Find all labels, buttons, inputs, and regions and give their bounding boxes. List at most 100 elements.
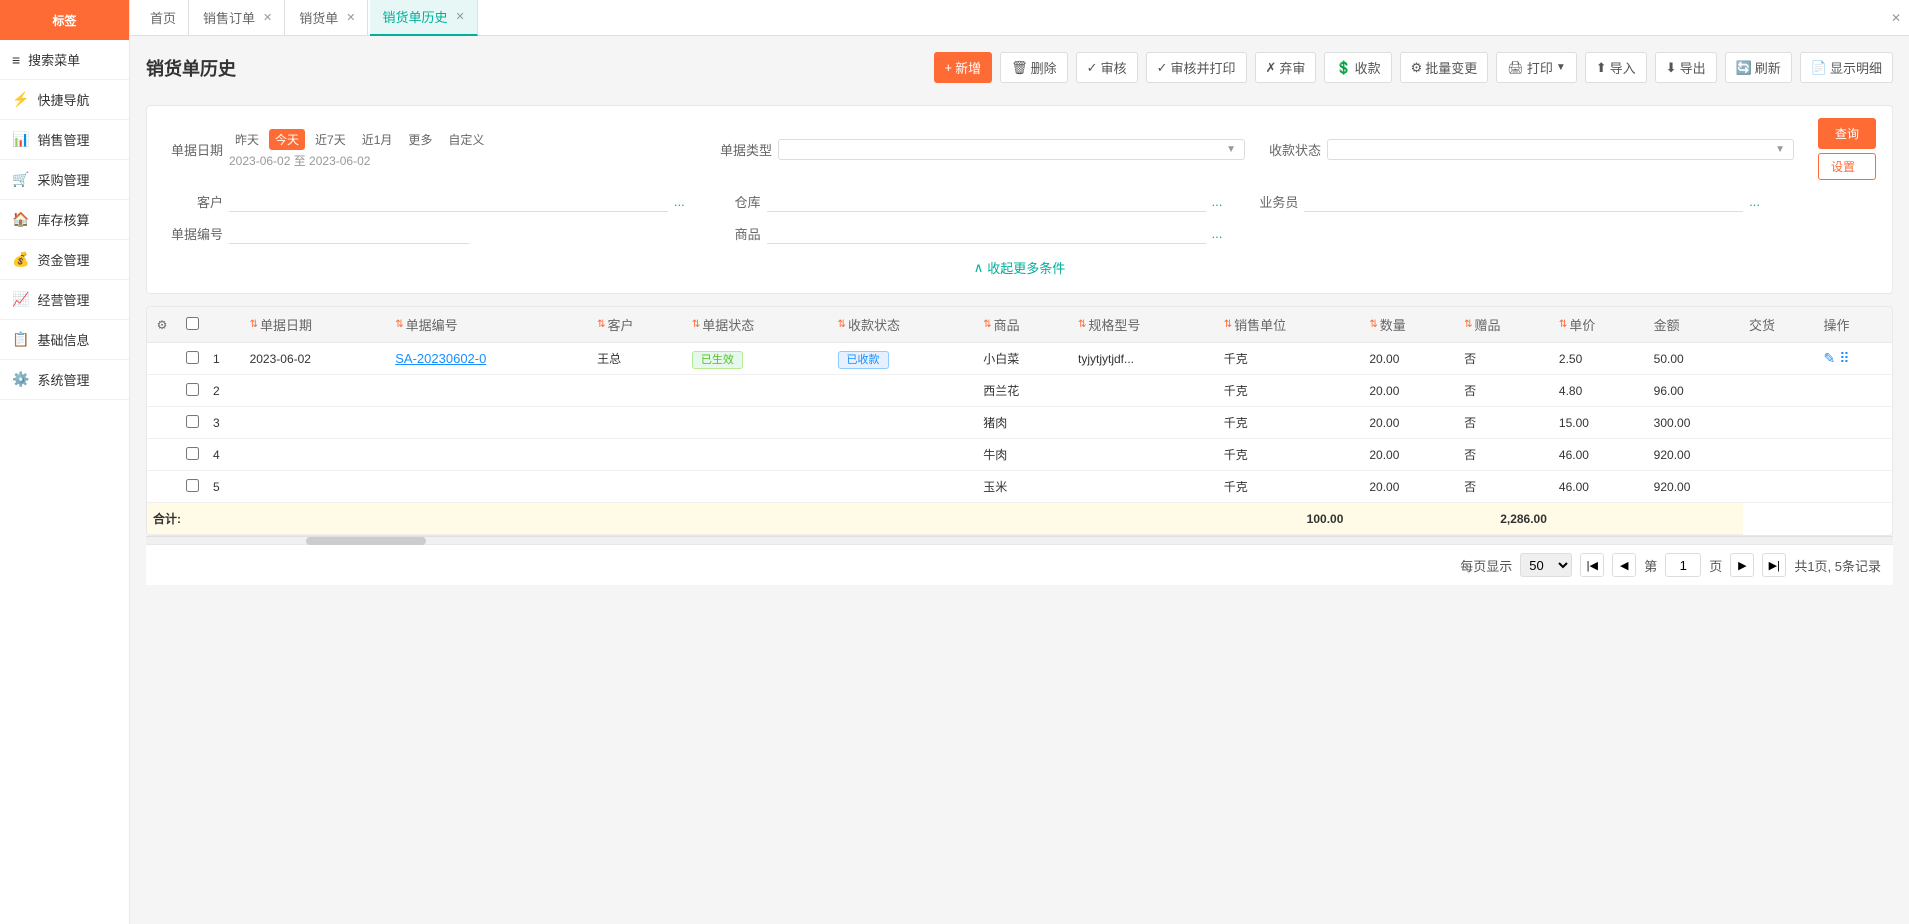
row-checkbox-cell[interactable] — [177, 407, 207, 439]
salesperson-input[interactable] — [1304, 190, 1743, 212]
col-spec[interactable]: ⇅规格型号 — [1072, 307, 1218, 343]
date-tab-7days[interactable]: 近7天 — [309, 129, 352, 150]
more-icon[interactable]: ⠿ — [1839, 350, 1849, 367]
next-page-button[interactable]: ▶ — [1730, 553, 1754, 577]
col-customer[interactable]: ⇅客户 — [591, 307, 686, 343]
sidebar-item-ops-mgmt[interactable]: 📈 经营管理 — [0, 280, 129, 320]
customer-input[interactable] — [229, 190, 668, 212]
audit-button[interactable]: ✓ 审核 — [1076, 52, 1138, 83]
receive-button[interactable]: 💲 收款 — [1324, 52, 1391, 83]
row-seq: 1 — [207, 343, 244, 375]
row-doc-no[interactable] — [389, 407, 591, 439]
warehouse-picker-icon[interactable]: ... — [1212, 194, 1223, 209]
date-tab-1month[interactable]: 近1月 — [356, 129, 399, 150]
tab-sales-delivery-label: 销货单 — [299, 8, 338, 27]
scrollbar-thumb[interactable] — [306, 537, 426, 545]
sidebar-item-quick-nav[interactable]: ⚡ 快捷导航 — [0, 80, 129, 120]
row-unit: 千克 — [1218, 407, 1364, 439]
page-number-input[interactable] — [1665, 553, 1701, 577]
query-button[interactable]: 查询 — [1818, 118, 1876, 149]
doc-type-select[interactable]: ▼ — [778, 139, 1245, 160]
col-gift[interactable]: ⇅赠品 — [1458, 307, 1553, 343]
col-checkbox[interactable] — [177, 307, 207, 343]
sidebar-item-basic-info[interactable]: 📋 基础信息 — [0, 320, 129, 360]
delete-button[interactable]: 🗑 删除 — [1000, 52, 1068, 83]
customer-picker-icon[interactable]: ... — [674, 194, 685, 209]
salesperson-picker-icon[interactable]: ... — [1749, 194, 1760, 209]
row-checkbox-cell[interactable] — [177, 343, 207, 375]
purchase-mgmt-icon: 🛒 — [12, 171, 29, 188]
col-doc-no[interactable]: ⇅单据编号 — [389, 307, 591, 343]
col-receive-status[interactable]: ⇅收款状态 — [832, 307, 978, 343]
receive-status-select[interactable]: ▼ — [1327, 139, 1794, 160]
print-button[interactable]: 🖨 打印 ▼ — [1496, 52, 1576, 83]
row-checkbox[interactable] — [186, 383, 199, 396]
tab-home[interactable]: 首页 — [138, 0, 189, 36]
date-tab-more[interactable]: 更多 — [402, 129, 438, 150]
row-checkbox[interactable] — [186, 415, 199, 428]
collapse-button[interactable]: ∧ 收起更多条件 — [163, 254, 1876, 281]
sidebar-item-sales-mgmt[interactable]: 📊 销售管理 — [0, 120, 129, 160]
sidebar-item-purchase-mgmt[interactable]: 🛒 采购管理 — [0, 160, 129, 200]
tab-sales-order[interactable]: 销售订单 ✕ — [191, 0, 285, 36]
row-doc-no[interactable]: SA-20230602-0 — [389, 343, 591, 375]
tab-sales-history-close[interactable]: ✕ — [456, 10, 465, 23]
close-all-tabs[interactable]: ✕ — [1891, 11, 1901, 25]
tab-sales-order-close[interactable]: ✕ — [263, 11, 272, 24]
show-details-icon: 📄 — [1811, 60, 1827, 76]
row-checkbox[interactable] — [186, 351, 199, 364]
row-doc-no[interactable] — [389, 375, 591, 407]
last-page-button[interactable]: ▶| — [1762, 553, 1786, 577]
row-qty: 20.00 — [1363, 407, 1458, 439]
first-page-button[interactable]: |◀ — [1580, 553, 1604, 577]
table-header-row: ⚙ ⇅单据日期 ⇅单据编号 ⇅客户 ⇅单据状态 ⇅收款状态 ⇅商品 ⇅规格型号 … — [147, 307, 1892, 343]
sidebar-item-sys-mgmt[interactable]: ⚙️ 系统管理 — [0, 360, 129, 400]
col-qty[interactable]: ⇅数量 — [1363, 307, 1458, 343]
doc-no-link[interactable]: SA-20230602-0 — [395, 351, 486, 366]
horizontal-scrollbar[interactable] — [146, 536, 1893, 544]
abandon-button[interactable]: ✗ 弃审 — [1255, 52, 1317, 83]
setting-button[interactable]: 设置 — [1818, 153, 1876, 180]
goods-input[interactable] — [767, 222, 1206, 244]
col-goods[interactable]: ⇅商品 — [977, 307, 1072, 343]
sidebar-item-label: 销售管理 — [37, 130, 89, 149]
row-checkbox-cell[interactable] — [177, 375, 207, 407]
batch-change-button[interactable]: ⚙ 批量变更 — [1400, 52, 1489, 83]
goods-label: 商品 — [701, 224, 761, 243]
audit-print-button[interactable]: ✓ 审核并打印 — [1146, 52, 1247, 83]
row-checkbox-cell[interactable] — [177, 471, 207, 503]
tab-sales-delivery[interactable]: 销货单 ✕ — [287, 0, 368, 36]
tab-sales-history[interactable]: 销货单历史 ✕ — [370, 0, 477, 36]
row-checkbox[interactable] — [186, 447, 199, 460]
tab-sales-delivery-close[interactable]: ✕ — [346, 11, 355, 24]
col-gear[interactable]: ⚙ — [147, 307, 177, 343]
sidebar-item-fund-mgmt[interactable]: 💰 资金管理 — [0, 240, 129, 280]
date-tab-yesterday[interactable]: 昨天 — [229, 129, 265, 150]
col-unit[interactable]: ⇅销售单位 — [1218, 307, 1364, 343]
row-doc-no[interactable] — [389, 471, 591, 503]
filter-doc-type: 单据类型 ▼ — [712, 139, 1245, 160]
refresh-button[interactable]: 🔄 刷新 — [1725, 52, 1792, 83]
sidebar-item-inventory-calc[interactable]: 🏠 库存核算 — [0, 200, 129, 240]
doc-no-input[interactable] — [229, 222, 469, 244]
new-button[interactable]: + 新增 — [934, 52, 993, 83]
date-tab-custom[interactable]: 自定义 — [442, 129, 490, 150]
warehouse-input[interactable] — [767, 190, 1206, 212]
row-doc-no[interactable] — [389, 439, 591, 471]
row-checkbox[interactable] — [186, 479, 199, 492]
sidebar-item-search-menu[interactable]: ≡ 搜索菜单 — [0, 40, 129, 80]
col-doc-status[interactable]: ⇅单据状态 — [686, 307, 832, 343]
col-date[interactable]: ⇅单据日期 — [244, 307, 390, 343]
prev-page-button[interactable]: ◀ — [1612, 553, 1636, 577]
col-price[interactable]: ⇅单价 — [1553, 307, 1648, 343]
export-button[interactable]: ⬇ 导出 — [1655, 52, 1717, 83]
row-price: 2.50 — [1553, 343, 1648, 375]
import-button[interactable]: ⬆ 导入 — [1585, 52, 1647, 83]
date-tab-today[interactable]: 今天 — [269, 129, 305, 150]
edit-icon[interactable]: ✎ — [1823, 350, 1835, 367]
goods-picker-icon[interactable]: ... — [1212, 226, 1223, 241]
row-checkbox-cell[interactable] — [177, 439, 207, 471]
per-page-select[interactable]: 50 100 200 — [1520, 553, 1572, 577]
show-details-button[interactable]: 📄 显示明细 — [1800, 52, 1893, 83]
select-all-checkbox[interactable] — [186, 317, 199, 330]
